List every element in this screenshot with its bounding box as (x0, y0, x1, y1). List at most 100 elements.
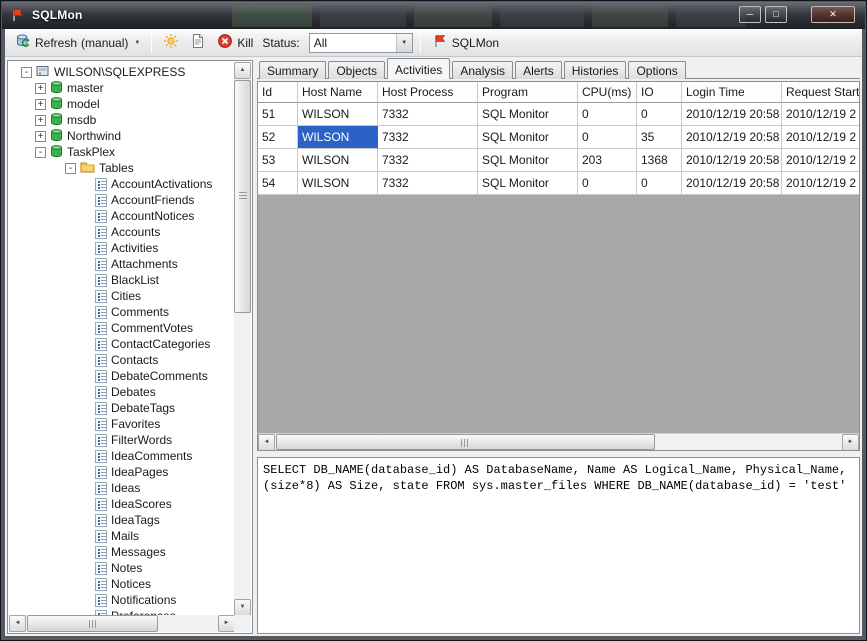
tree-node-table[interactable]: AccountActivations (9, 176, 235, 192)
tree-node-table[interactable]: Favorites (9, 416, 235, 432)
grid-cell[interactable]: 7332 (378, 103, 478, 126)
grid-cell[interactable]: 0 (637, 172, 682, 195)
grid-cell[interactable]: SQL Monitor (478, 149, 578, 172)
column-header[interactable]: IO (637, 82, 682, 103)
title-bar[interactable]: SQLMon ─ □ ✕ (2, 2, 865, 29)
grid-cell[interactable]: SQL Monitor (478, 103, 578, 126)
column-header[interactable]: Login Time (682, 82, 782, 103)
grid-cell[interactable]: 52 (258, 126, 298, 149)
grid-row[interactable]: 53 WILSON 7332 SQL Monitor 203 1368 2010… (258, 149, 860, 172)
grid-cell[interactable]: 2010/12/19 2 (782, 172, 860, 195)
tree-node-table[interactable]: Comments (9, 304, 235, 320)
scroll-right-button[interactable]: ► (842, 434, 859, 451)
scroll-up-button[interactable]: ▲ (234, 62, 251, 79)
grid-cell[interactable]: 0 (578, 126, 637, 149)
grid-cell[interactable]: 203 (578, 149, 637, 172)
tree-horizontal-scrollbar[interactable]: ◄ ► (9, 615, 235, 632)
tree-node-table[interactable]: Mails (9, 528, 235, 544)
tree-node-table[interactable]: IdeaPages (9, 464, 235, 480)
grid-horizontal-scrollbar[interactable]: ◄ ► (258, 433, 859, 450)
tree-node-table[interactable]: AccountNotices (9, 208, 235, 224)
tree-node-table[interactable]: BlackList (9, 272, 235, 288)
collapse-icon[interactable]: - (65, 163, 76, 174)
grid-cell[interactable]: SQL Monitor (478, 126, 578, 149)
scrollbar-thumb[interactable] (27, 615, 158, 632)
grid-cell[interactable]: 53 (258, 149, 298, 172)
maximize-button[interactable]: □ (765, 6, 787, 23)
scrollbar-thumb[interactable] (234, 80, 251, 313)
grid-cell[interactable]: 0 (578, 103, 637, 126)
tab-alerts[interactable]: Alerts (515, 61, 562, 79)
tab-summary[interactable]: Summary (259, 61, 326, 79)
grid-cell[interactable]: 2010/12/19 2 (782, 126, 860, 149)
tree-node-table[interactable]: FilterWords (9, 432, 235, 448)
refresh-button[interactable]: Refresh (manual) ▼ (11, 31, 144, 54)
tree-node-table[interactable]: Notices (9, 576, 235, 592)
tree-node-table[interactable]: AccountFriends (9, 192, 235, 208)
column-header[interactable]: CPU(ms) (578, 82, 637, 103)
tree-node-database[interactable]: + model (9, 96, 235, 112)
tree-node-table[interactable]: IdeaTags (9, 512, 235, 528)
tree-node-database[interactable]: + Northwind (9, 128, 235, 144)
collapse-icon[interactable]: - (35, 147, 46, 158)
tree-node-table[interactable]: Attachments (9, 256, 235, 272)
close-button[interactable]: ✕ (811, 6, 855, 23)
grid-cell[interactable]: 7332 (378, 149, 478, 172)
tree-node-table[interactable]: DebateComments (9, 368, 235, 384)
tree-node-table[interactable]: Messages (9, 544, 235, 560)
grid-row[interactable]: 52 WILSON 7332 SQL Monitor 0 35 2010/12/… (258, 126, 860, 149)
grid-cell[interactable]: 2010/12/19 20:58 (682, 103, 782, 126)
status-combobox[interactable]: All ▼ (309, 33, 413, 53)
tree-node-database[interactable]: - TaskPlex (9, 144, 235, 160)
tree-node-table[interactable]: Notifications (9, 592, 235, 608)
grid-cell[interactable]: 54 (258, 172, 298, 195)
script-button[interactable] (186, 31, 210, 54)
scroll-left-button[interactable]: ◄ (258, 434, 275, 451)
tree-node-table[interactable]: Ideas (9, 480, 235, 496)
kill-button[interactable]: Kill (213, 31, 257, 54)
grid-row[interactable]: 54 WILSON 7332 SQL Monitor 0 0 2010/12/1… (258, 172, 860, 195)
expand-icon[interactable]: + (35, 83, 46, 94)
grid-cell[interactable]: 2010/12/19 2 (782, 103, 860, 126)
grid-cell[interactable]: WILSON (298, 103, 378, 126)
grid-cell[interactable]: 7332 (378, 172, 478, 195)
grid-row[interactable]: 51 WILSON 7332 SQL Monitor 0 0 2010/12/1… (258, 103, 860, 126)
grid-cell[interactable]: 2010/12/19 20:58 (682, 126, 782, 149)
tree-node-table[interactable]: Notes (9, 560, 235, 576)
scrollbar-thumb[interactable] (276, 434, 655, 450)
grid-cell[interactable]: 7332 (378, 126, 478, 149)
expand-icon[interactable]: + (35, 99, 46, 110)
tree-node-table[interactable]: CommentVotes (9, 320, 235, 336)
tree-node-database[interactable]: + master (9, 80, 235, 96)
grid-cell-selected[interactable]: WILSON (298, 126, 378, 149)
expand-icon[interactable]: + (35, 131, 46, 142)
tree-node-table[interactable]: DebateTags (9, 400, 235, 416)
tree-node-table[interactable]: IdeaComments (9, 448, 235, 464)
tree-vertical-scrollbar[interactable]: ▲ ▼ (234, 62, 251, 616)
scroll-right-button[interactable]: ► (218, 615, 235, 632)
tab-analysis[interactable]: Analysis (452, 61, 513, 79)
tab-options[interactable]: Options (628, 61, 685, 79)
grid-cell[interactable]: 35 (637, 126, 682, 149)
tree-node-table[interactable]: IdeaScores (9, 496, 235, 512)
grid-cell[interactable]: 2010/12/19 2 (782, 149, 860, 172)
minimize-button[interactable]: ─ (739, 6, 761, 23)
tree-node-database[interactable]: + msdb (9, 112, 235, 128)
grid-cell[interactable]: SQL Monitor (478, 172, 578, 195)
tree-node-server[interactable]: - WILSON\SQLEXPRESS (9, 64, 235, 80)
grid-cell[interactable]: 0 (637, 103, 682, 126)
tab-histories[interactable]: Histories (564, 61, 627, 79)
tree-node-table[interactable]: Contacts (9, 352, 235, 368)
grid-cell[interactable]: 51 (258, 103, 298, 126)
highlight-button[interactable] (159, 31, 183, 54)
column-header[interactable]: Program (478, 82, 578, 103)
chevron-down-icon[interactable]: ▼ (396, 34, 412, 52)
tree-node-tables-folder[interactable]: - Tables (9, 160, 235, 176)
scroll-down-button[interactable]: ▼ (234, 599, 251, 616)
column-header[interactable]: Request Start (782, 82, 860, 103)
collapse-icon[interactable]: - (21, 67, 32, 78)
column-header[interactable]: Host Name (298, 82, 378, 103)
grid-cell[interactable]: 0 (578, 172, 637, 195)
tree-node-table[interactable]: Cities (9, 288, 235, 304)
grid-cell[interactable]: 1368 (637, 149, 682, 172)
